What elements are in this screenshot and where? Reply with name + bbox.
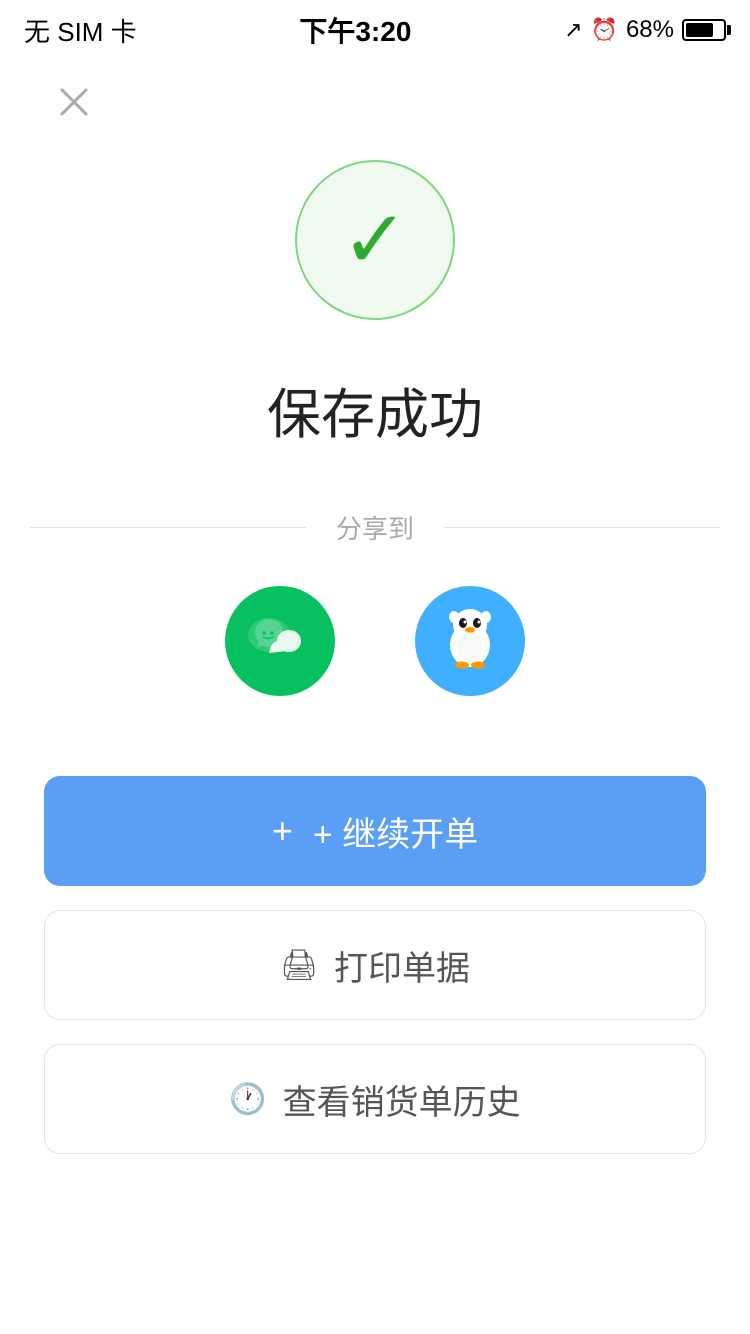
history-label: 查看销货单历史	[283, 1075, 521, 1124]
share-divider: 分享到	[0, 509, 750, 546]
share-label: 分享到	[336, 509, 414, 546]
print-button[interactable]: 🖨 打印单据	[44, 910, 706, 1020]
battery-icon	[682, 19, 726, 41]
share-icons	[0, 586, 750, 696]
success-title: 保存成功	[267, 370, 483, 449]
history-button[interactable]: 🕐 查看销货单历史	[44, 1044, 706, 1154]
main-content: ✓ 保存成功 分享到	[0, 60, 750, 1154]
print-label: 打印单据	[334, 941, 470, 990]
alarm-icon: ⏰	[591, 17, 618, 43]
status-left: 无 SIM 卡	[24, 12, 147, 49]
plus-icon: +	[272, 810, 293, 852]
continue-label: + 继续开单	[313, 807, 478, 856]
status-time: 下午3:20	[299, 10, 411, 50]
status-right: ↗ ⏰ 68%	[564, 16, 726, 44]
carrier-text: 无 SIM 卡	[24, 12, 137, 49]
status-bar: 无 SIM 卡 下午3:20 ↗ ⏰ 68%	[0, 0, 750, 60]
share-section: 分享到	[0, 509, 750, 696]
printer-icon: 🖨	[280, 948, 318, 983]
checkmark-icon: ✓	[341, 200, 408, 280]
success-icon-circle: ✓	[295, 160, 455, 320]
qq-share-button[interactable]	[415, 586, 525, 696]
close-button[interactable]	[44, 72, 104, 132]
wechat-share-button[interactable]	[225, 586, 335, 696]
location-icon: ↗	[564, 17, 582, 43]
buttons-section: + + 继续开单 🖨 打印单据 🕐 查看销货单历史	[0, 776, 750, 1154]
battery-percent: 68%	[626, 16, 674, 44]
clock-icon: 🕐	[229, 1082, 266, 1117]
continue-button[interactable]: + + 继续开单	[44, 776, 706, 886]
